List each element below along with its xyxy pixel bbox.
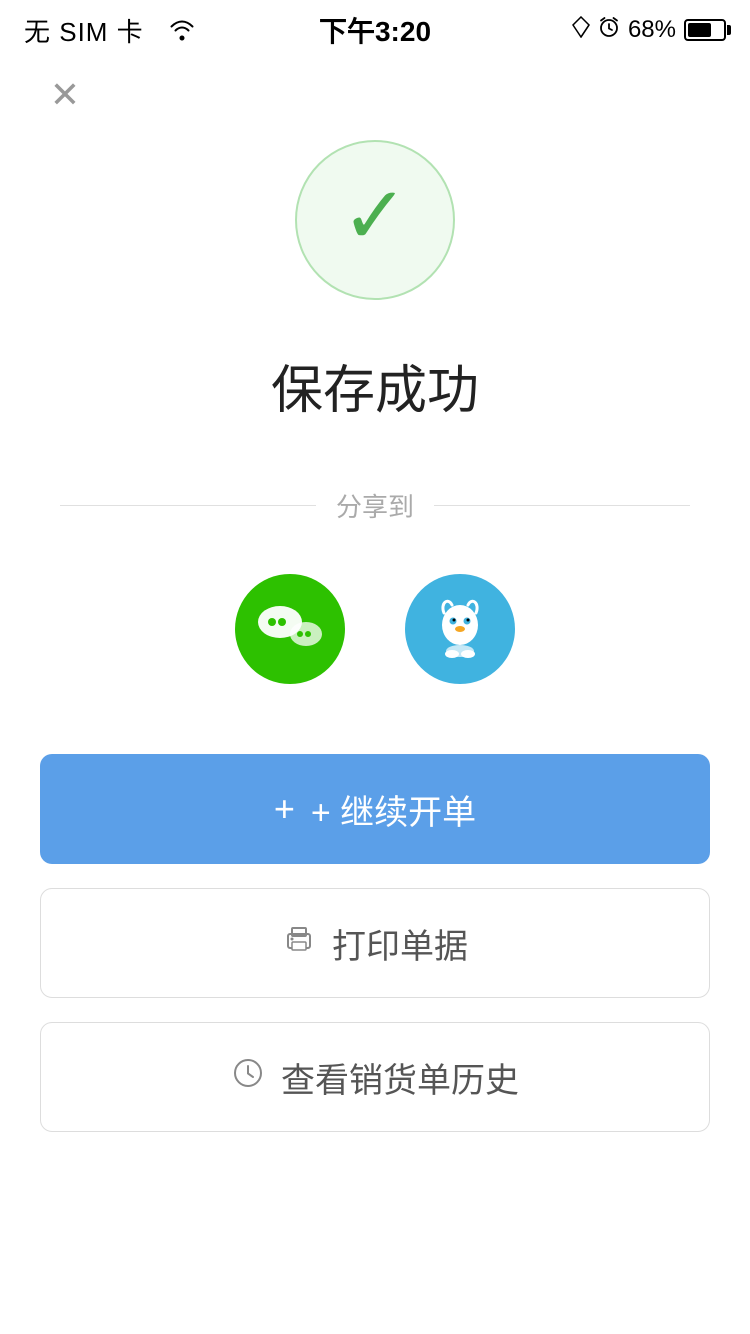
battery-icon: [684, 19, 726, 41]
status-bar: 无 SIM 卡 下午3:20 68%: [0, 0, 750, 60]
share-section: 分享到: [0, 487, 750, 754]
close-icon: ✕: [50, 77, 80, 113]
qq-icon: [430, 595, 490, 663]
continue-label: + 继续开单: [311, 785, 476, 834]
wechat-icon: [256, 600, 324, 658]
status-time: 下午3:20: [319, 10, 431, 50]
divider-left: [60, 505, 316, 506]
close-button[interactable]: ✕: [40, 70, 90, 120]
action-buttons: + + 继续开单 打印单据 查看销货单历: [0, 754, 750, 1132]
checkmark-icon: ✓: [341, 176, 408, 256]
no-sim-text: 无 SIM 卡: [24, 17, 144, 47]
battery-percent: 68%: [628, 16, 676, 44]
status-right: 68%: [572, 16, 726, 45]
wechat-share-button[interactable]: [235, 574, 345, 684]
history-label: 查看销货单历史: [281, 1053, 519, 1102]
status-left: 无 SIM 卡: [24, 12, 196, 49]
print-icon: [282, 922, 316, 964]
plus-icon: +: [274, 788, 295, 830]
clock-icon: [231, 1056, 265, 1098]
success-circle: ✓: [295, 140, 455, 300]
print-button[interactable]: 打印单据: [40, 888, 710, 998]
divider-right: [434, 505, 690, 506]
share-label: 分享到: [336, 487, 414, 524]
location-icon: [572, 16, 590, 45]
wifi-icon: [168, 17, 196, 47]
history-button[interactable]: 查看销货单历史: [40, 1022, 710, 1132]
print-label: 打印单据: [332, 919, 468, 968]
main-content: ✓ 保存成功 分享到: [0, 60, 750, 1132]
alarm-icon: [598, 16, 620, 45]
share-divider-row: 分享到: [60, 487, 690, 524]
share-icons-row: [60, 574, 690, 684]
qq-share-button[interactable]: [405, 574, 515, 684]
success-title: 保存成功: [271, 348, 479, 423]
continue-button[interactable]: + + 继续开单: [40, 754, 710, 864]
